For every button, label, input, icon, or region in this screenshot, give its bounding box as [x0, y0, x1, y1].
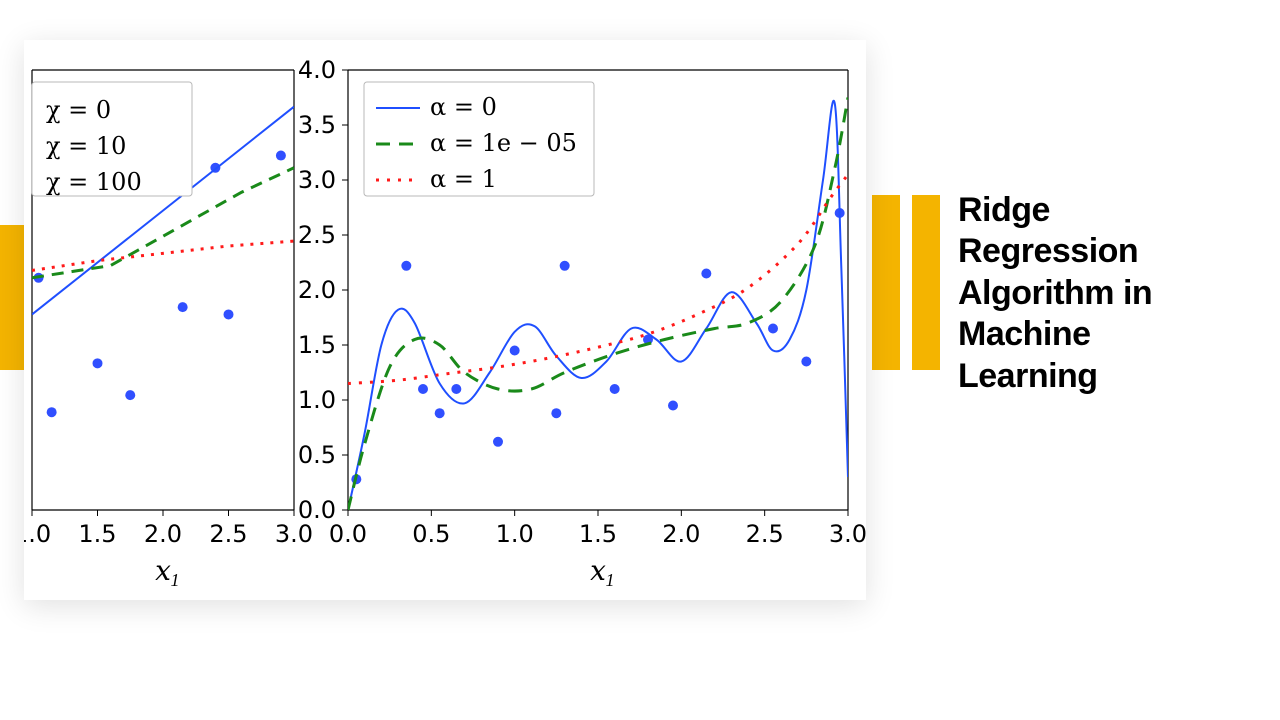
svg-text:χ = 0: χ = 0: [46, 96, 111, 124]
svg-text:2.5: 2.5: [298, 221, 336, 249]
page-title: Ridge Regression Algorithm in Machine Le…: [958, 190, 1238, 397]
svg-text:3.0: 3.0: [829, 520, 866, 548]
svg-text:2.5: 2.5: [746, 520, 784, 548]
svg-text:x: x: [590, 554, 606, 587]
svg-text:0.5: 0.5: [412, 520, 450, 548]
svg-text:4.0: 4.0: [298, 56, 336, 84]
svg-text:1.0: 1.0: [298, 386, 336, 414]
accent-bar-mid-1: [872, 195, 900, 370]
accent-bar-mid-2: [912, 195, 940, 370]
svg-text:α = 1: α = 1: [430, 165, 497, 193]
svg-text:1.5: 1.5: [78, 520, 116, 548]
svg-text:3.0: 3.0: [298, 166, 336, 194]
svg-text:0.5: 0.5: [298, 441, 336, 469]
svg-text:1: 1: [606, 570, 615, 590]
svg-text:χ = 10: χ = 10: [46, 132, 126, 160]
svg-text:3.0: 3.0: [275, 520, 313, 548]
svg-text:3.5: 3.5: [298, 111, 336, 139]
svg-text:α = 0: α = 0: [430, 93, 497, 121]
svg-text:χ = 100: χ = 100: [46, 168, 142, 196]
chart-svg: 1.01.52.02.53.0x1χ = 0χ = 10χ = 100 0.00…: [24, 40, 866, 600]
svg-text:1.0: 1.0: [496, 520, 534, 548]
svg-text:1: 1: [171, 570, 180, 590]
svg-text:α = 1e − 05: α = 1e − 05: [430, 129, 577, 157]
svg-text:2.0: 2.0: [144, 520, 182, 548]
svg-text:2.5: 2.5: [209, 520, 247, 548]
chart-card: 1.01.52.02.53.0x1χ = 0χ = 10χ = 100 0.00…: [24, 40, 866, 600]
svg-text:2.0: 2.0: [298, 276, 336, 304]
svg-text:2.0: 2.0: [662, 520, 700, 548]
svg-text:0.0: 0.0: [329, 520, 367, 548]
svg-text:1.5: 1.5: [298, 331, 336, 359]
svg-text:1.5: 1.5: [579, 520, 617, 548]
svg-text:x: x: [155, 554, 171, 587]
svg-text:1.0: 1.0: [24, 520, 51, 548]
